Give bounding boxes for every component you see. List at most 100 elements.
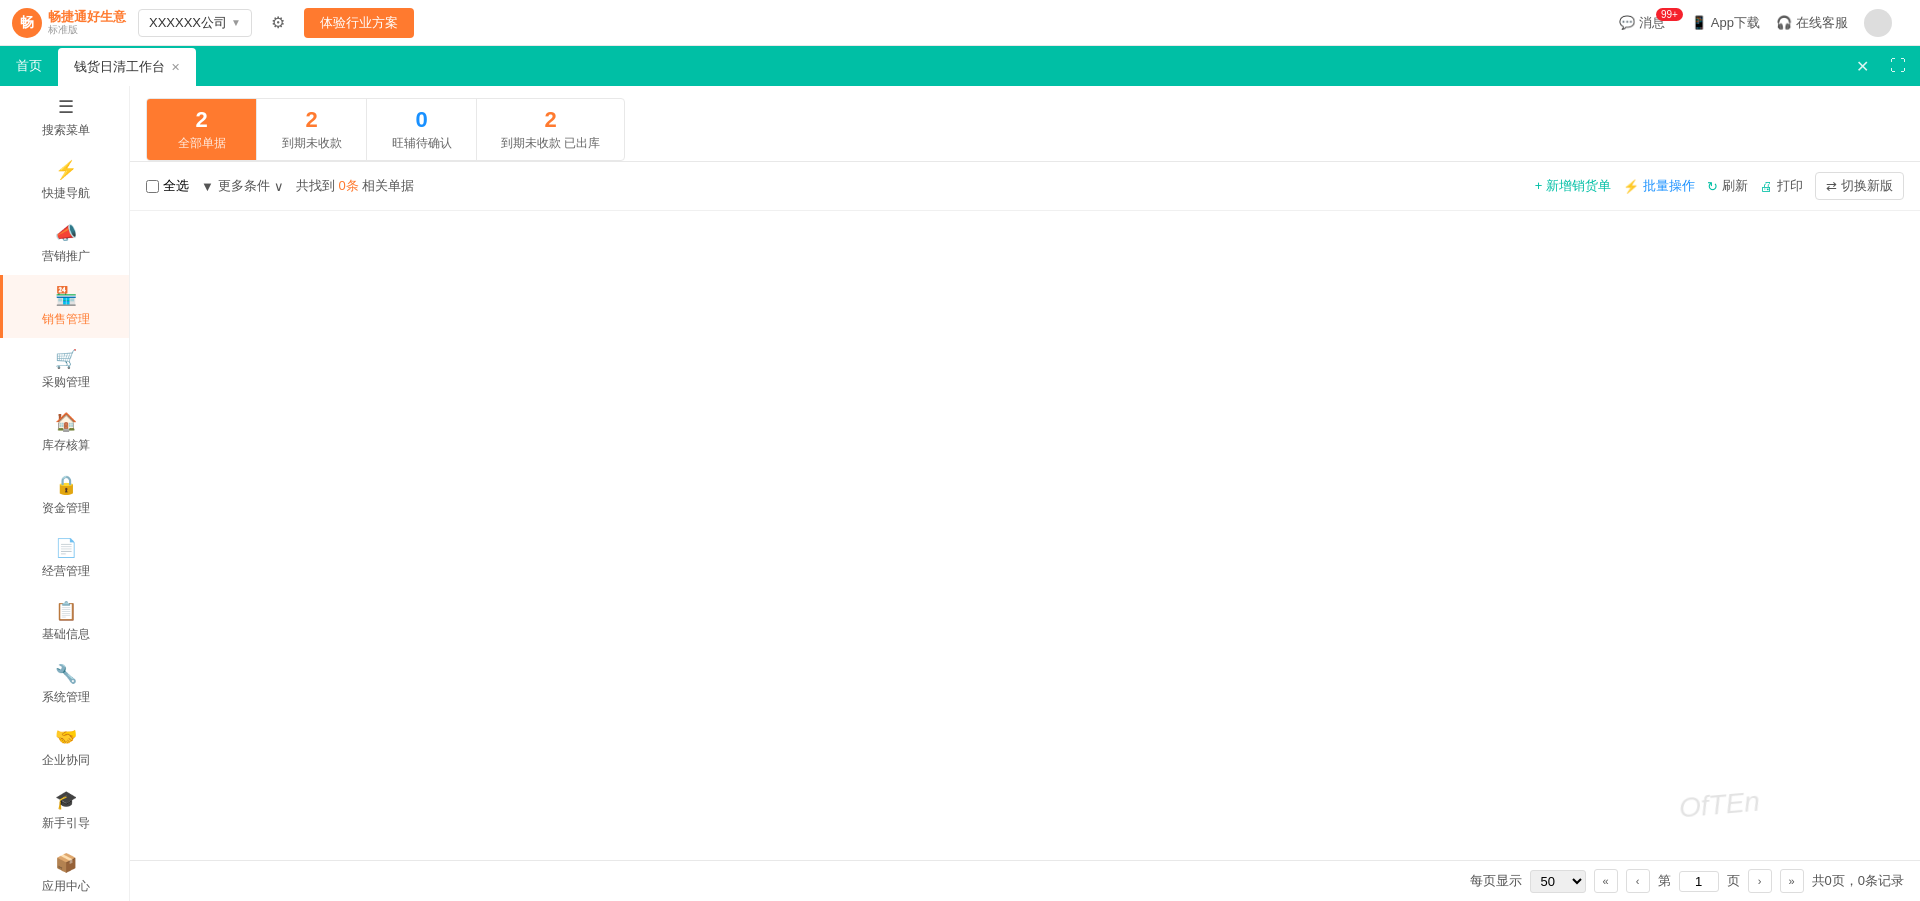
logo-main-text: 畅捷通好生意 [48,9,126,25]
found-prefix: 共找到 [296,178,335,193]
expand-icon[interactable]: ⛶ [1884,52,1912,80]
guide-icon: 🎓 [55,789,77,811]
new-sale-button[interactable]: + 新增销货单 [1535,177,1611,195]
stat-label-pending: 旺辅待确认 [391,135,452,152]
found-suffix: 相关单据 [362,178,414,193]
select-all-checkbox[interactable]: 全选 [146,177,189,195]
operation-icon: 📄 [55,537,77,559]
sidebar-item-sales[interactable]: 🏪 销售管理 [0,275,129,338]
sidebar-label-enterprise: 企业协同 [42,752,90,769]
sidebar-item-search[interactable]: ☰ 搜索菜单 [0,86,129,149]
checkbox-input[interactable] [146,180,159,193]
tab-close-icon[interactable]: ✕ [171,61,180,74]
stat-tab-all[interactable]: 2 全部单据 [147,99,257,160]
app-label: App下载 [1711,14,1760,32]
stat-num-overdue: 2 [281,107,342,133]
sidebar-item-guide[interactable]: 🎓 新手引导 [0,779,129,842]
sidebar-item-quick-nav[interactable]: ⚡ 快捷导航 [0,149,129,212]
company-selector[interactable]: XXXXXX公司 ▼ [138,9,252,37]
sidebar-label-capital: 资金管理 [42,500,90,517]
select-all-label: 全选 [163,177,189,195]
page-last-button[interactable]: » [1780,869,1804,893]
sidebar-label-inventory: 库存核算 [42,437,90,454]
marketing-icon: 📣 [55,222,77,244]
app-center-icon: 📦 [55,852,77,874]
settings-icon[interactable]: ⚙ [264,9,292,37]
sidebar-item-purchase[interactable]: 🛒 采购管理 [0,338,129,401]
capital-icon: 🔒 [55,474,77,496]
search-menu-icon: ☰ [58,96,74,118]
stat-num-pending: 0 [391,107,452,133]
company-name: XXXXXX公司 [149,14,227,32]
inventory-icon: 🏠 [55,411,77,433]
found-text: 共找到 0条 相关单据 [296,177,414,195]
logo-text: 畅捷通好生意 标准版 [48,9,126,37]
switch-label: 切换新版 [1841,177,1893,195]
sales-icon: 🏪 [55,285,77,307]
batch-operation-button[interactable]: ⚡ 批量操作 [1623,177,1695,195]
filter-label: 更多条件 [218,177,270,195]
toolbar-left: 全选 ▼ 更多条件 ∨ 共找到 0条 相关单据 [146,177,414,195]
app-icon: 📱 [1691,15,1707,30]
refresh-button[interactable]: ↻ 刷新 [1707,177,1748,195]
filter-button[interactable]: ▼ 更多条件 ∨ [201,177,284,195]
table-area [130,211,1920,860]
stats-tabs-inner: 2 全部单据 2 到期未收款 0 旺辅待确认 2 到期未收款 已出库 [146,98,625,161]
sidebar-label-base-info: 基础信息 [42,626,90,643]
page-label: 第 [1658,872,1671,890]
page-suffix: 页 [1727,872,1740,890]
stat-tab-overdue-out[interactable]: 2 到期未收款 已出库 [477,99,624,160]
stat-tab-pending[interactable]: 0 旺辅待确认 [367,99,477,160]
stats-tabs: 2 全部单据 2 到期未收款 0 旺辅待确认 2 到期未收款 已出库 [130,86,1920,162]
pagination-bar: 每页显示 50 100 200 « ‹ 第 页 › » 共0页，0条记录 [130,860,1920,901]
tab-home[interactable]: 首页 [0,46,58,86]
sidebar-item-enterprise[interactable]: 🤝 企业协同 [0,716,129,779]
total-text: 共0页，0条记录 [1812,872,1904,890]
page-input[interactable] [1679,871,1719,892]
refresh-icon: ↻ [1707,179,1718,194]
per-page-label: 每页显示 [1470,872,1522,890]
service-label: 在线客服 [1796,14,1848,32]
avatar[interactable] [1864,9,1892,37]
batch-icon: ⚡ [1623,179,1639,194]
found-count: 0条 [339,178,359,193]
sidebar-item-app-center[interactable]: 📦 应用中心 [0,842,129,901]
print-button[interactable]: 🖨 打印 [1760,177,1803,195]
header-left: 畅 畅捷通好生意 标准版 XXXXXX公司 ▼ ⚙ 体验行业方案 [12,8,414,38]
top-header: 畅 畅捷通好生意 标准版 XXXXXX公司 ▼ ⚙ 体验行业方案 💬 消息 99… [0,0,1920,46]
stat-tab-overdue-unpaid[interactable]: 2 到期未收款 [257,99,367,160]
toolbar-right: + 新增销货单 ⚡ 批量操作 ↻ 刷新 🖨 打印 ⇄ 切换新版 [1535,172,1904,200]
sidebar-label-purchase: 采购管理 [42,374,90,391]
stat-label-overdue-out: 到期未收款 已出库 [501,135,600,152]
sidebar-item-operation[interactable]: 📄 经营管理 [0,527,129,590]
sidebar-item-inventory[interactable]: 🏠 库存核算 [0,401,129,464]
online-service-action[interactable]: 🎧 在线客服 [1776,14,1848,32]
tab-bar-actions: ✕ ⛶ [1848,52,1920,80]
quick-nav-icon: ⚡ [55,159,77,181]
chevron-down-icon: ▼ [231,17,241,28]
print-label: 打印 [1777,177,1803,195]
stat-num-all: 2 [171,107,232,133]
purchase-icon: 🛒 [55,348,77,370]
tab-workbench-label: 钱货日清工作台 [74,58,165,76]
trial-button[interactable]: 体验行业方案 [304,8,414,38]
close-window-icon[interactable]: ✕ [1848,52,1876,80]
sidebar-label-sales: 销售管理 [42,311,90,328]
sidebar-item-capital[interactable]: 🔒 资金管理 [0,464,129,527]
per-page-select[interactable]: 50 100 200 [1530,870,1586,893]
tab-workbench[interactable]: 钱货日清工作台 ✕ [58,48,196,86]
enterprise-icon: 🤝 [55,726,77,748]
sidebar-item-system[interactable]: 🔧 系统管理 [0,653,129,716]
page-next-button[interactable]: › [1748,869,1772,893]
refresh-label: 刷新 [1722,177,1748,195]
sidebar-item-marketing[interactable]: 📣 营销推广 [0,212,129,275]
tab-bar: 首页 钱货日清工作台 ✕ ✕ ⛶ [0,46,1920,86]
app-download-action[interactable]: 📱 App下载 [1691,14,1760,32]
switch-version-button[interactable]: ⇄ 切换新版 [1815,172,1904,200]
sidebar-item-base-info[interactable]: 📋 基础信息 [0,590,129,653]
message-action[interactable]: 💬 消息 99+ [1619,14,1675,32]
page-prev-button[interactable]: ‹ [1626,869,1650,893]
main-layout: ☰ 搜索菜单 ⚡ 快捷导航 📣 营销推广 🏪 销售管理 🛒 采购管理 🏠 库存核… [0,86,1920,901]
page-first-button[interactable]: « [1594,869,1618,893]
tab-home-label: 首页 [16,57,42,75]
